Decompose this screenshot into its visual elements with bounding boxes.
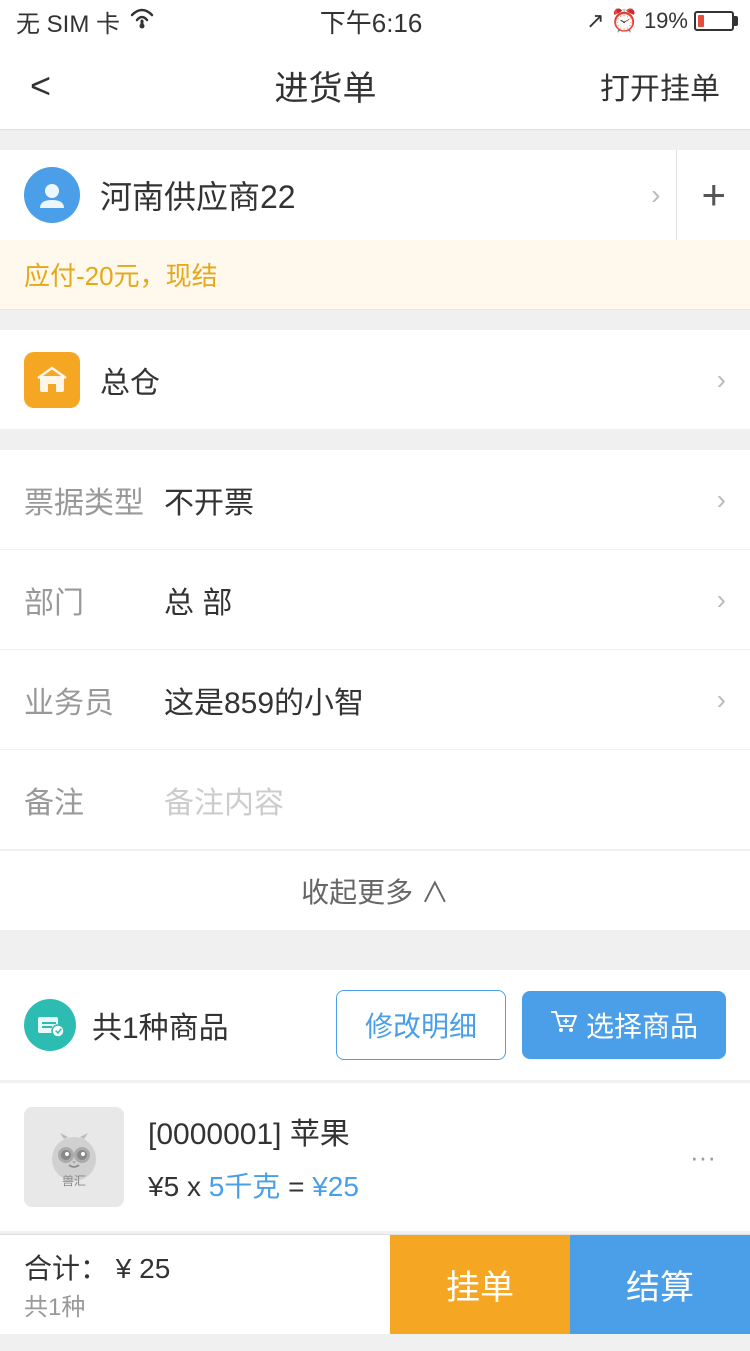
divider-4: [0, 930, 750, 950]
invoice-value: 不开票: [164, 478, 717, 522]
status-time: 下午6:16: [320, 3, 423, 40]
supplier-notice: 应付-20元，现结: [0, 240, 750, 310]
invoice-type-row[interactable]: 票据类型 不开票 ›: [0, 450, 750, 550]
remark-label: 备注: [24, 778, 164, 822]
multiply-sign: x: [187, 1171, 209, 1202]
salesman-row[interactable]: 业务员 这是859的小智 ›: [0, 650, 750, 750]
status-left: 无 SIM 卡: [16, 4, 156, 39]
equals-sign: =: [288, 1171, 312, 1202]
divider-2: [0, 310, 750, 330]
quantity: 5千克: [209, 1171, 281, 1202]
product-item: 兽汇 [0000001] 苹果 ¥5 x 5千克 = ¥25 ···: [0, 1082, 750, 1231]
page-title: 进货单: [275, 61, 377, 110]
chevron-right-icon: ›: [717, 364, 726, 396]
supplier-section: 河南供应商22 › +: [0, 150, 750, 240]
salesman-label: 业务员: [24, 678, 164, 722]
remark-row[interactable]: 备注 备注内容: [0, 750, 750, 850]
warehouse-name: 总仓: [100, 358, 717, 402]
salesman-value: 这是859的小智: [164, 678, 717, 722]
total-amount: ¥ 25: [116, 1253, 171, 1284]
open-hang-button[interactable]: 打开挂单: [600, 64, 720, 108]
collapse-label: 收起更多 ∧: [301, 871, 449, 911]
total-section: 合计： ¥ 25 共1种: [0, 1247, 390, 1322]
chevron-right-icon: ›: [651, 179, 660, 211]
alarm-icon: ⏰: [611, 8, 638, 34]
chevron-right-icon: ›: [717, 684, 726, 716]
status-bar: 无 SIM 卡 下午6:16 ↗ ⏰ 19%: [0, 0, 750, 42]
total-label: 合计：: [24, 1253, 108, 1284]
add-supplier-button[interactable]: +: [677, 171, 726, 219]
line-total: ¥25: [312, 1171, 359, 1202]
edit-detail-button[interactable]: 修改明细: [336, 990, 506, 1060]
hang-button[interactable]: 挂单: [390, 1235, 570, 1334]
department-label: 部门: [24, 578, 164, 622]
product-thumbnail: 兽汇: [24, 1107, 124, 1207]
department-row[interactable]: 部门 总 部 ›: [0, 550, 750, 650]
supplier-avatar: [24, 167, 80, 223]
settle-button[interactable]: 结算: [570, 1235, 750, 1334]
warehouse-row[interactable]: 总仓 ›: [0, 330, 750, 430]
invoice-label: 票据类型: [24, 478, 164, 522]
select-product-label: 选择商品: [586, 1005, 698, 1045]
total-count: 共1种: [24, 1287, 170, 1322]
product-info: [0000001] 苹果 ¥5 x 5千克 = ¥25: [148, 1109, 680, 1205]
total-info: 合计： ¥ 25 共1种: [24, 1247, 170, 1322]
wifi-icon: [128, 7, 156, 36]
back-button[interactable]: <: [30, 65, 51, 107]
nav-bar: < 进货单 打开挂单: [0, 42, 750, 130]
status-right: ↗ ⏰ 19%: [586, 8, 734, 34]
warehouse-icon: [24, 352, 80, 408]
chevron-right-icon: ›: [717, 484, 726, 516]
supplier-name: 河南供应商22: [100, 172, 635, 218]
chevron-right-icon: ›: [717, 584, 726, 616]
product-price-row: ¥5 x 5千克 = ¥25: [148, 1165, 680, 1205]
products-icon: [24, 999, 76, 1051]
cart-icon: [550, 1009, 578, 1041]
product-title: 苹果: [290, 1118, 350, 1151]
svg-text:兽汇: 兽汇: [62, 1174, 86, 1187]
supplier-select-row[interactable]: 河南供应商22 ›: [24, 150, 677, 240]
more-options-button[interactable]: ···: [680, 1132, 726, 1183]
battery-icon: [694, 11, 734, 31]
battery-percent: 19%: [644, 8, 688, 34]
product-name: [0000001] 苹果: [148, 1109, 680, 1153]
unit-price: ¥5: [148, 1171, 179, 1202]
divider-3: [0, 430, 750, 450]
bottom-bar: 合计： ¥ 25 共1种 挂单 结算: [0, 1234, 750, 1334]
carrier-text: 无 SIM 卡: [16, 4, 120, 39]
remark-placeholder: 备注内容: [164, 778, 726, 822]
divider-1: [0, 130, 750, 150]
product-code: [0000001]: [148, 1118, 281, 1151]
select-product-button[interactable]: 选择商品: [522, 991, 726, 1059]
products-header: 共1种商品 修改明细 选择商品: [0, 970, 750, 1080]
collapse-button[interactable]: 收起更多 ∧: [0, 850, 750, 930]
products-count: 共1种商品: [92, 1003, 320, 1047]
department-value: 总 部: [164, 578, 717, 622]
location-icon: ↗: [586, 8, 604, 34]
